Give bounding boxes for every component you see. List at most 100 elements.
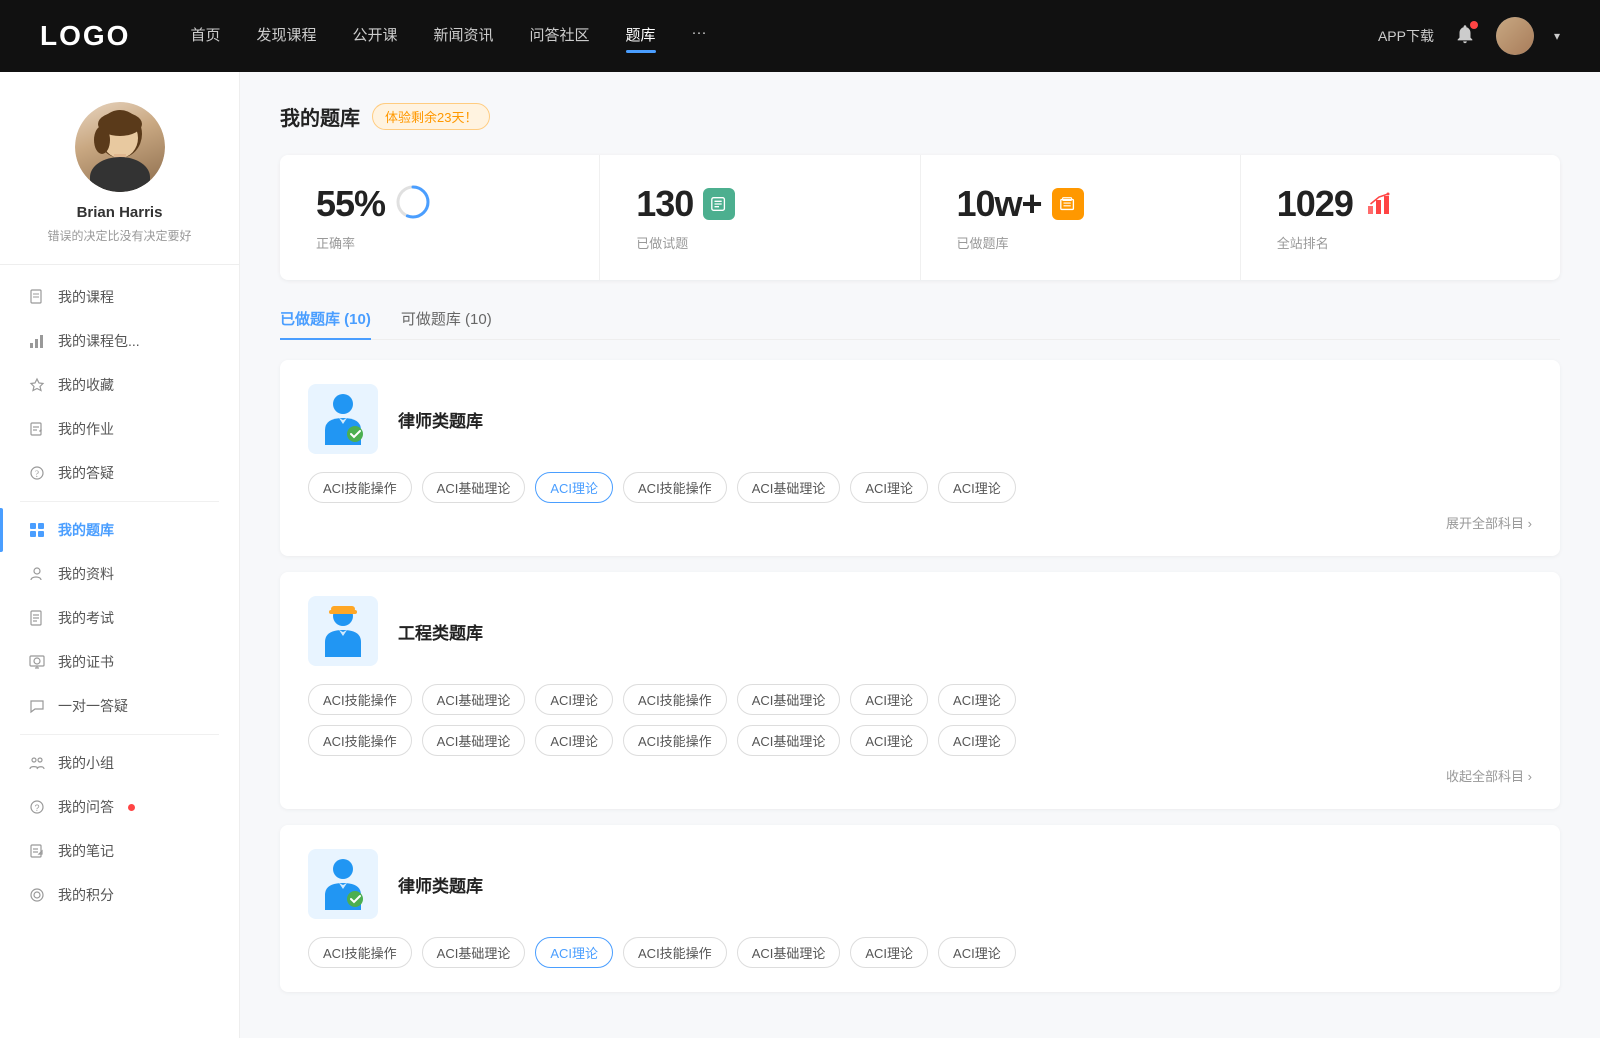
tag-l1-2[interactable]: ACI理论 [535, 472, 613, 503]
stats-row: 55% 正确率 130 [280, 155, 1560, 280]
logo[interactable]: LOGO [40, 20, 130, 52]
sidebar-item-favorites[interactable]: 我的收藏 [0, 363, 239, 407]
sidebar-item-points[interactable]: 我的积分 [0, 873, 239, 917]
nav-bank[interactable]: 题库 [626, 24, 656, 49]
lawyer-icon-2 [308, 849, 378, 919]
tag-e2-4[interactable]: ACI基础理论 [737, 725, 841, 756]
stat-questions-label: 已做试题 [636, 233, 883, 252]
help-icon: ? [28, 464, 46, 482]
bank-card-lawyer-2-tags: ACI技能操作 ACI基础理论 ACI理论 ACI技能操作 ACI基础理论 AC… [308, 937, 1532, 968]
sidebar-item-packages[interactable]: 我的课程包... [0, 319, 239, 363]
nav-links: 首页 发现课程 公开课 新闻资讯 问答社区 题库 ··· [190, 24, 1338, 49]
sidebar-item-exam[interactable]: 我的考试 [0, 596, 239, 640]
expand-link-1[interactable]: 展开全部科目 › [308, 513, 1532, 532]
sidebar-item-myqa[interactable]: ? 我的问答 [0, 785, 239, 829]
points-icon [28, 886, 46, 904]
avatar-chevron[interactable]: ▾ [1554, 29, 1560, 43]
tab-done[interactable]: 已做题库 (10) [280, 308, 371, 339]
sidebar-label-points: 我的积分 [58, 885, 114, 905]
questions-icon [703, 188, 735, 220]
tag-l2-2[interactable]: ACI理论 [535, 937, 613, 968]
tag-l1-4[interactable]: ACI基础理论 [737, 472, 841, 503]
sidebar-item-homework[interactable]: 我的作业 [0, 407, 239, 451]
app-download[interactable]: APP下载 [1378, 26, 1434, 46]
sidebar-label-myqa: 我的问答 [58, 797, 114, 817]
user-icon [28, 565, 46, 583]
tag-l1-3[interactable]: ACI技能操作 [623, 472, 727, 503]
sidebar-item-cert[interactable]: 我的证书 [0, 640, 239, 684]
nav-qa[interactable]: 问答社区 [530, 24, 590, 49]
stat-banks-top: 10w+ [957, 183, 1204, 225]
tag-l2-6[interactable]: ACI理论 [938, 937, 1016, 968]
tag-e2-1[interactable]: ACI基础理论 [422, 725, 526, 756]
tag-e2-6[interactable]: ACI理论 [938, 725, 1016, 756]
sidebar-item-profile[interactable]: 我的资料 [0, 552, 239, 596]
star-icon [28, 376, 46, 394]
sidebar-item-group[interactable]: 我的小组 [0, 741, 239, 785]
tag-l1-5[interactable]: ACI理论 [850, 472, 928, 503]
collapse-link[interactable]: 收起全部科目 › [308, 766, 1532, 785]
sidebar-item-notes[interactable]: 我的笔记 [0, 829, 239, 873]
sidebar-item-courses[interactable]: 我的课程 [0, 275, 239, 319]
sidebar-item-qa[interactable]: ? 我的答疑 [0, 451, 239, 495]
tag-e1-1[interactable]: ACI基础理论 [422, 684, 526, 715]
tag-l2-4[interactable]: ACI基础理论 [737, 937, 841, 968]
banks-icon [1052, 188, 1084, 220]
tab-available[interactable]: 可做题库 (10) [401, 308, 492, 339]
tag-e2-0[interactable]: ACI技能操作 [308, 725, 412, 756]
tag-l2-3[interactable]: ACI技能操作 [623, 937, 727, 968]
sidebar-label-exam: 我的考试 [58, 608, 114, 628]
bank-card-engineer-title: 工程类题库 [398, 619, 483, 644]
sidebar-label-courses: 我的课程 [58, 287, 114, 307]
sidebar-item-questionbank[interactable]: 我的题库 [0, 508, 239, 552]
bank-card-lawyer-1-title: 律师类题库 [398, 407, 483, 432]
cert-icon [28, 653, 46, 671]
tag-e2-2[interactable]: ACI理论 [535, 725, 613, 756]
sidebar-label-homework: 我的作业 [58, 419, 114, 439]
stat-ranking: 1029 全站排名 [1241, 155, 1560, 280]
nav-home[interactable]: 首页 [190, 24, 220, 49]
bell-dot [1470, 21, 1478, 29]
edit-icon [28, 420, 46, 438]
nav-open[interactable]: 公开课 [352, 24, 397, 49]
tag-e2-3[interactable]: ACI技能操作 [623, 725, 727, 756]
nav-news[interactable]: 新闻资讯 [434, 24, 494, 49]
tag-l1-0[interactable]: ACI技能操作 [308, 472, 412, 503]
tag-e1-3[interactable]: ACI技能操作 [623, 684, 727, 715]
tag-e1-5[interactable]: ACI理论 [850, 684, 928, 715]
bell-button[interactable] [1454, 23, 1476, 50]
stat-banks-value: 10w+ [957, 183, 1042, 225]
tag-l2-1[interactable]: ACI基础理论 [422, 937, 526, 968]
sidebar: Brian Harris 错误的决定比没有决定要好 我的课程 我的课程包... [0, 72, 240, 1038]
tag-e2-5[interactable]: ACI理论 [850, 725, 928, 756]
chart-icon [28, 332, 46, 350]
avatar[interactable] [1496, 17, 1534, 55]
svg-text:?: ? [35, 469, 39, 479]
tag-l1-6[interactable]: ACI理论 [938, 472, 1016, 503]
tag-e1-0[interactable]: ACI技能操作 [308, 684, 412, 715]
sidebar-label-packages: 我的课程包... [58, 331, 140, 351]
sidebar-label-favorites: 我的收藏 [58, 375, 114, 395]
stat-ranking-label: 全站排名 [1277, 233, 1524, 252]
sidebar-label-notes: 我的笔记 [58, 841, 114, 861]
sidebar-label-questionbank: 我的题库 [58, 520, 114, 540]
nav-more[interactable]: ··· [692, 24, 707, 49]
chat-icon [28, 697, 46, 715]
tag-e1-4[interactable]: ACI基础理论 [737, 684, 841, 715]
tabs-row: 已做题库 (10) 可做题库 (10) [280, 308, 1560, 340]
sidebar-profile: Brian Harris 错误的决定比没有决定要好 [0, 72, 239, 265]
nav-discover[interactable]: 发现课程 [256, 24, 316, 49]
sidebar-label-qa: 我的答疑 [58, 463, 114, 483]
ranking-icon [1363, 188, 1395, 220]
stat-questions-top: 130 [636, 183, 883, 225]
lawyer-icon-1 [308, 384, 378, 454]
sidebar-label-oneonone: 一对一答疑 [58, 696, 128, 716]
profile-avatar[interactable] [75, 102, 165, 192]
tag-e1-2[interactable]: ACI理论 [535, 684, 613, 715]
tag-e1-6[interactable]: ACI理论 [938, 684, 1016, 715]
main-layout: Brian Harris 错误的决定比没有决定要好 我的课程 我的课程包... [0, 72, 1600, 1038]
sidebar-item-oneonone[interactable]: 一对一答疑 [0, 684, 239, 728]
tag-l2-0[interactable]: ACI技能操作 [308, 937, 412, 968]
tag-l2-5[interactable]: ACI理论 [850, 937, 928, 968]
tag-l1-1[interactable]: ACI基础理论 [422, 472, 526, 503]
